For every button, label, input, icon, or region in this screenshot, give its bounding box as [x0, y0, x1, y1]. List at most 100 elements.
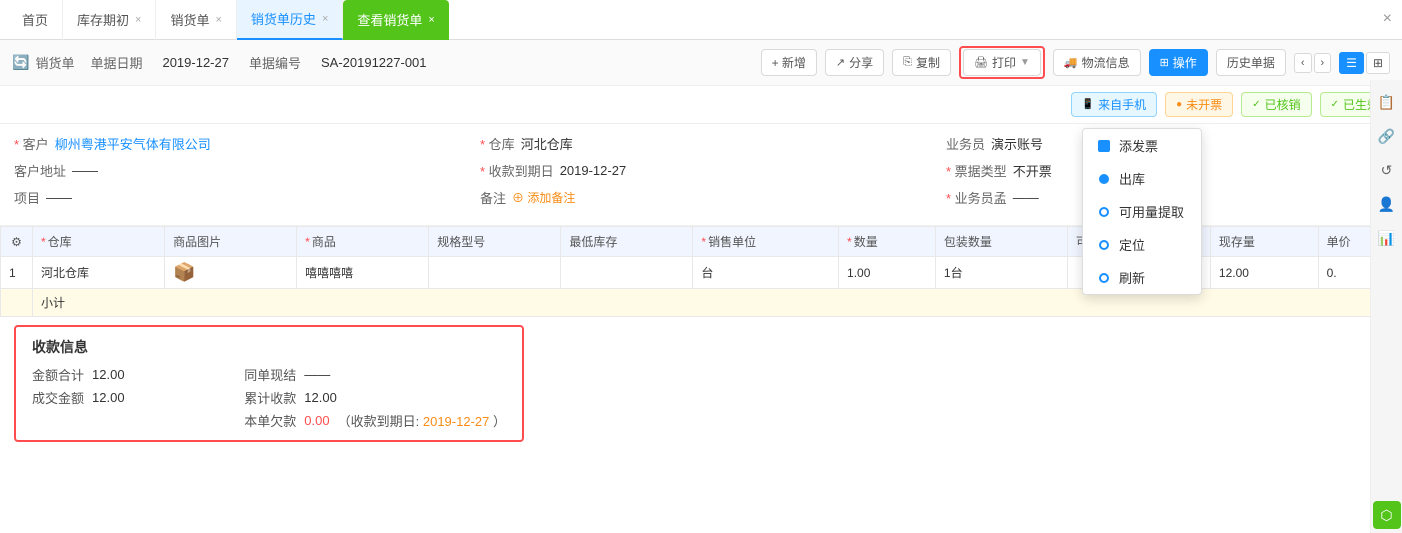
menu-outbound[interactable]: 出库	[1083, 162, 1201, 195]
project-field: 项目 ——	[14, 188, 456, 207]
row-pack-qty: 1台	[935, 257, 1067, 289]
tab-inventory-init[interactable]: 库存期初 ×	[63, 0, 156, 40]
current-owe-label: 本单欠款	[244, 411, 296, 430]
ticket-type-label: 票据类型	[946, 161, 1007, 180]
locate-icon	[1097, 238, 1111, 252]
payment-grid: 金额合计 12.00 同单现结 —— 成交金额 12.00 累计收款 12.00	[32, 365, 506, 430]
outbound-icon	[1097, 172, 1111, 186]
share-button[interactable]: ↗ 分享	[825, 49, 884, 76]
sidebar-icon-1[interactable]: 📋	[1373, 88, 1401, 116]
due-date-value: 2019-12-27	[423, 414, 490, 429]
payment-date-label: 收款到期日	[480, 161, 554, 180]
row-stock: 12.00	[1210, 257, 1318, 289]
main-content: 🔄 销货单 单据日期 2019-12-27 单据编号 SA-20191227-0…	[0, 40, 1402, 533]
customer-field: 客户 柳州粤港平安气体有限公司	[14, 134, 456, 153]
same-order-row: 同单现结 ——	[244, 365, 506, 384]
menu-refresh[interactable]: 刷新	[1083, 261, 1201, 294]
col-unit: *销售单位	[693, 227, 839, 257]
action-dropdown: 添发票 出库 可用量提取 定位	[1082, 128, 1202, 295]
copy-button[interactable]: ⎘ 复制	[892, 49, 951, 76]
deal-amount-value: 12.00	[92, 390, 125, 405]
check-button[interactable]: ✓ 已核销	[1241, 92, 1311, 117]
print-button[interactable]: 🖨 打印 ▼	[963, 49, 1041, 76]
address-label: 客户地址	[14, 161, 66, 180]
project-value: ——	[46, 190, 72, 205]
cumulative-label: 累计收款	[244, 388, 296, 407]
close-inventory-init[interactable]: ×	[135, 14, 141, 26]
col-image: 商品图片	[165, 227, 297, 257]
tab-bar: 首页 库存期初 × 销货单 × 销货单历史 × 查看销货单 × ×	[0, 0, 1402, 40]
amount-row: 金额合计 12.00	[32, 365, 220, 384]
project-label: 项目	[14, 188, 40, 207]
address-field: 客户地址 ——	[14, 161, 456, 180]
tab-view-sales[interactable]: 查看销货单 ×	[343, 0, 448, 40]
tab-sales-history[interactable]: 销货单历史 ×	[237, 0, 343, 40]
refresh-icon	[1097, 271, 1111, 285]
sidebar-icon-3[interactable]: ↺	[1373, 156, 1401, 184]
amount-value: 12.00	[92, 367, 125, 382]
payment-title: 收款信息	[32, 337, 506, 357]
print-highlight-box: 🖨 打印 ▼	[959, 46, 1045, 79]
sub-toolbar: 📱 来自手机 ● 未开票 ✓ 已核销 ✓ 已生效	[0, 86, 1402, 124]
col-product: *商品	[297, 227, 429, 257]
due-date-label: （收款到期日: 2019-12-27 ）	[338, 411, 506, 430]
row-index: 1	[1, 257, 33, 289]
sidebar-icon-4[interactable]: 👤	[1373, 190, 1401, 218]
notes-field: 备注 ⊕ 添加备注	[480, 188, 922, 207]
next-button[interactable]: ›	[1314, 53, 1332, 73]
history-button[interactable]: 历史单据	[1216, 49, 1286, 76]
col-stock: 现存量	[1210, 227, 1318, 257]
row-min-stock	[561, 257, 693, 289]
new-button[interactable]: + 新增	[761, 49, 817, 76]
doc-header: 🔄 销货单 单据日期 2019-12-27 单据编号 SA-20191227-0…	[0, 40, 1402, 86]
close-sales-history[interactable]: ×	[322, 13, 328, 25]
payment-section: 收款信息 金额合计 12.00 同单现结 —— 成交金额 12.00 累计收款 …	[14, 325, 524, 442]
close-sales-order[interactable]: ×	[215, 14, 221, 26]
same-order-value: ——	[304, 367, 330, 382]
customer-value[interactable]: 柳州粤港平安气体有限公司	[55, 134, 211, 153]
not-open-button[interactable]: ● 未开票	[1165, 92, 1233, 117]
col-spec: 规格型号	[429, 227, 561, 257]
nav-arrows: ‹ ›	[1294, 53, 1331, 73]
warehouse-value: 河北仓库	[521, 134, 573, 153]
prev-button[interactable]: ‹	[1294, 53, 1312, 73]
close-view-sales[interactable]: ×	[428, 14, 434, 26]
menu-available-qty[interactable]: 可用量提取	[1083, 195, 1201, 228]
row-warehouse: 河北仓库	[33, 257, 165, 289]
same-order-label: 同单现结	[244, 365, 296, 384]
ticket-type-value: 不开票	[1013, 161, 1052, 180]
logistics-button[interactable]: 🚚 物流信息	[1053, 49, 1141, 76]
add-invoice-icon	[1097, 139, 1111, 153]
col-gear: ⚙	[1, 227, 33, 257]
payment-date-field: 收款到期日 2019-12-27	[480, 161, 922, 180]
number-label: 单据编号	[249, 53, 301, 72]
sidebar-icon-bottom[interactable]: ⬡	[1373, 501, 1401, 529]
product-image: 📦	[173, 262, 195, 282]
sidebar-icon-2[interactable]: 🔗	[1373, 122, 1401, 150]
doc-meta: 单据日期 2019-12-27 单据编号 SA-20191227-001	[90, 53, 426, 72]
row-unit: 台	[693, 257, 839, 289]
row-product: 嘻嘻嘻嘻	[297, 257, 429, 289]
col-quantity: *数量	[839, 227, 936, 257]
doc-title-section: 🔄 销货单	[12, 53, 74, 72]
salesperson2-label: 业务员孟	[946, 188, 1007, 207]
tab-home[interactable]: 首页	[8, 0, 63, 40]
col-warehouse: *仓库	[33, 227, 165, 257]
address-value: ——	[72, 163, 98, 178]
amount-label: 金额合计	[32, 365, 84, 384]
notes-label: 备注	[480, 188, 506, 207]
add-note-button[interactable]: ⊕ 添加备注	[512, 189, 575, 206]
menu-add-invoice[interactable]: 添发票	[1083, 129, 1201, 162]
menu-locate[interactable]: 定位	[1083, 228, 1201, 261]
window-close[interactable]: ×	[1383, 10, 1392, 28]
tab-sales-order[interactable]: 销货单 ×	[156, 0, 236, 40]
list-view-button[interactable]: ☰	[1339, 52, 1364, 74]
sales-order-icon: 🔄	[12, 54, 29, 71]
cumulative-value: 12.00	[304, 390, 337, 405]
grid-view-button[interactable]: ⊞	[1366, 52, 1390, 74]
warehouse-field: 仓库 河北仓库	[480, 134, 922, 153]
action-button[interactable]: ⊞ 操作	[1149, 49, 1208, 76]
from-phone-button[interactable]: 📱 来自手机	[1071, 92, 1157, 117]
salesperson-label: 业务员	[946, 134, 985, 153]
sidebar-icon-5[interactable]: 📊	[1373, 224, 1401, 252]
